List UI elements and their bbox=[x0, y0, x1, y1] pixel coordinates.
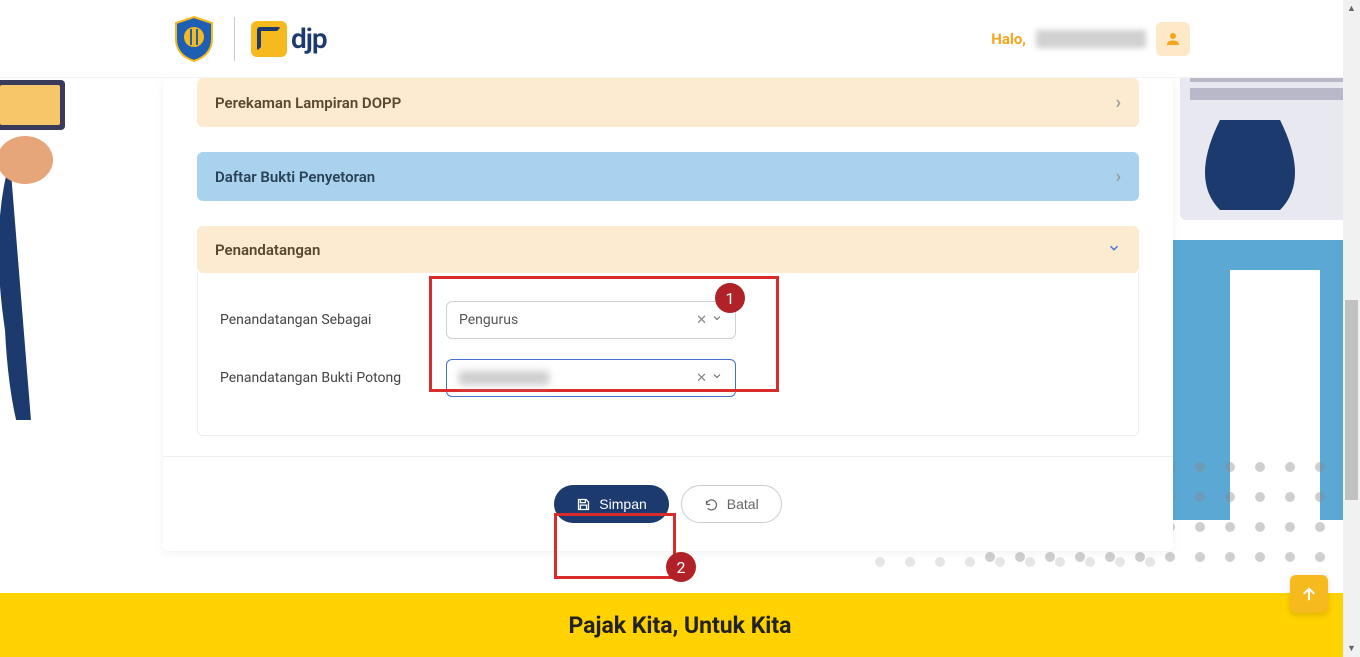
accordion-penandatangan-content: Penandatangan Sebagai Pengurus ✕ Penanda… bbox=[197, 273, 1139, 436]
vertical-scrollbar[interactable]: ▲ ▼ bbox=[1343, 0, 1360, 657]
greeting-text: Halo, bbox=[991, 30, 1026, 48]
accordion-dopp[interactable]: Perekaman Lampiran DOPP › bbox=[197, 78, 1139, 127]
chevron-right-icon: › bbox=[1116, 92, 1121, 113]
scroll-to-top-button[interactable] bbox=[1290, 575, 1328, 613]
accordion-dopp-title: Perekaman Lampiran DOPP bbox=[215, 94, 401, 112]
main-form-card: Perekaman Lampiran DOPP › Daftar Bukti P… bbox=[163, 78, 1173, 551]
scrollbar-down-button[interactable]: ▼ bbox=[1343, 640, 1360, 657]
djp-logo-text: djp bbox=[291, 22, 327, 55]
chevron-right-icon: › bbox=[1116, 166, 1121, 187]
cancel-button-label: Batal bbox=[727, 496, 759, 512]
select-value-redacted bbox=[459, 371, 549, 385]
clear-icon[interactable]: ✕ bbox=[696, 313, 707, 328]
footer-slogan-text: Pajak Kita, Untuk Kita bbox=[568, 612, 791, 639]
form-row-sebagai: Penandatangan Sebagai Pengurus ✕ bbox=[216, 301, 1120, 339]
user-name-redacted bbox=[1036, 30, 1146, 48]
chevron-down-icon bbox=[1107, 240, 1121, 259]
annotation-badge-2: 2 bbox=[666, 552, 696, 582]
accordion-penyetoran-title: Daftar Bukti Penyetoran bbox=[215, 168, 375, 186]
accordion-penandatangan[interactable]: Penandatangan bbox=[197, 226, 1139, 273]
chevron-down-icon bbox=[711, 312, 723, 328]
select-penandatangan-sebagai[interactable]: Pengurus ✕ bbox=[446, 301, 736, 339]
bg-illustration-left bbox=[0, 70, 160, 420]
chevron-down-icon bbox=[711, 370, 723, 386]
bg-dots-pattern-small bbox=[870, 552, 1170, 582]
djp-logo-icon bbox=[251, 21, 287, 57]
kemenkeu-logo-icon bbox=[170, 15, 218, 63]
undo-icon bbox=[704, 497, 719, 512]
app-header: djp Halo, bbox=[0, 0, 1360, 78]
clear-icon[interactable]: ✕ bbox=[696, 371, 707, 386]
select-value: Pengurus bbox=[459, 312, 696, 328]
footer-slogan-bar: Pajak Kita, Untuk Kita bbox=[0, 593, 1360, 657]
scrollbar-up-button[interactable]: ▲ bbox=[1343, 0, 1360, 17]
accordion-penyetoran[interactable]: Daftar Bukti Penyetoran › bbox=[197, 152, 1139, 201]
user-menu-button[interactable] bbox=[1156, 22, 1190, 56]
accordion-penandatangan-title: Penandatangan bbox=[215, 241, 320, 259]
save-icon bbox=[576, 497, 591, 512]
save-button[interactable]: Simpan bbox=[554, 485, 668, 523]
select-penandatangan-bukti-potong[interactable]: ✕ bbox=[446, 359, 736, 397]
label-penandatangan-sebagai: Penandatangan Sebagai bbox=[216, 312, 446, 328]
scrollbar-thumb[interactable] bbox=[1345, 300, 1358, 500]
arrow-up-icon bbox=[1301, 586, 1317, 602]
label-penandatangan-bukti-potong: Penandatangan Bukti Potong bbox=[216, 370, 446, 386]
card-footer-actions: Simpan Batal bbox=[163, 456, 1173, 551]
header-user-area: Halo, bbox=[991, 22, 1190, 56]
user-icon bbox=[1164, 30, 1182, 48]
form-row-bukti-potong: Penandatangan Bukti Potong ✕ bbox=[216, 359, 1120, 397]
save-button-label: Simpan bbox=[599, 496, 646, 512]
djp-logo: djp bbox=[251, 21, 327, 57]
cancel-button[interactable]: Batal bbox=[681, 485, 782, 523]
logo-divider bbox=[234, 17, 235, 61]
logo-group: djp bbox=[170, 15, 327, 63]
annotation-badge-1: 1 bbox=[715, 283, 745, 313]
